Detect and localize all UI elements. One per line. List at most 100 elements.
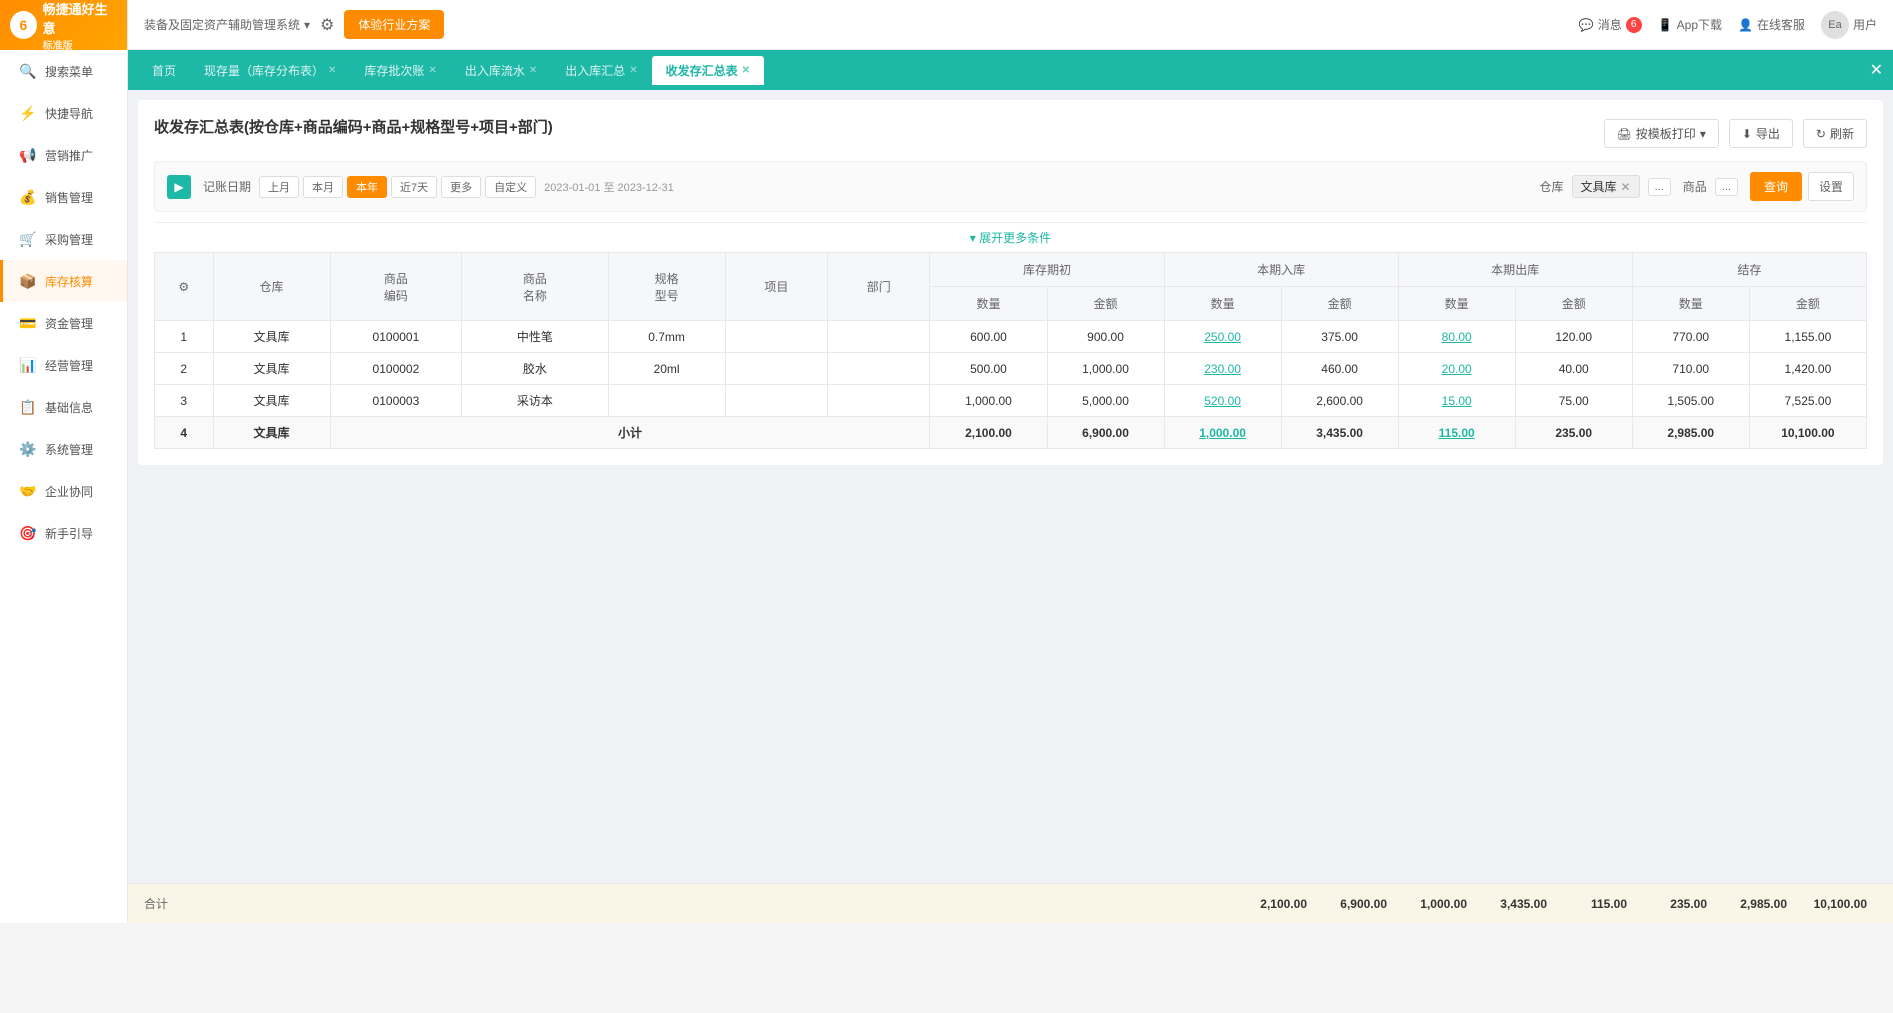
subtotal-warehouse: 文具库	[213, 417, 330, 449]
cell-out-qty[interactable]: 15.00	[1398, 385, 1515, 417]
sidebar-label-purchase: 采购管理	[45, 231, 93, 248]
date-btn-custom[interactable]: 自定义	[485, 176, 536, 198]
th-out-qty: 数量	[1398, 287, 1515, 321]
cell-in-amt: 375.00	[1281, 321, 1398, 353]
th-dept: 部门	[828, 253, 930, 321]
content-box: 收发存汇总表(按仓库+商品编码+商品+规格型号+项目+部门) 🖨 按模板打印 ▾…	[138, 100, 1883, 465]
settings-gear-icon[interactable]: ⚙	[320, 15, 334, 35]
tab-stock-dist-close[interactable]: ✕	[328, 65, 336, 76]
tab-recv-send-label: 收发存汇总表	[666, 62, 738, 79]
table-row: 3 文具库 0100003 采访本 1,000.00 5,000.00 520.…	[155, 385, 1867, 417]
tab-inout-flow-close[interactable]: ✕	[529, 65, 537, 76]
sidebar-label-quick-nav: 快捷导航	[45, 105, 93, 122]
query-btn[interactable]: 查询	[1750, 172, 1802, 201]
warehouse-more-btn[interactable]: ...	[1648, 178, 1671, 196]
avatar: Ea	[1821, 11, 1849, 39]
tab-inout-summary-close[interactable]: ✕	[629, 65, 637, 76]
goods-more-btn[interactable]: ...	[1715, 178, 1738, 196]
cell-close-amt: 1,155.00	[1749, 321, 1866, 353]
app-download-item[interactable]: 📱 App下载	[1658, 16, 1722, 33]
tab-batch[interactable]: 库存批次账 ✕	[350, 56, 450, 85]
sidebar-item-system[interactable]: ⚙️ 系统管理	[0, 428, 127, 470]
tab-stock-dist[interactable]: 现存量（库存分布表） ✕	[190, 56, 350, 85]
subtotal-out-qty[interactable]: 115.00	[1398, 417, 1515, 449]
goods-label: 商品	[1683, 178, 1707, 195]
total-out-amt: 235.00	[1637, 897, 1717, 911]
tab-home[interactable]: 首页	[138, 56, 190, 85]
tab-recv-send[interactable]: 收发存汇总表 ✕	[652, 56, 764, 85]
th-settings[interactable]: ⚙	[155, 253, 214, 321]
print-label: 按模板打印	[1636, 125, 1696, 142]
tabs-bar: 首页 现存量（库存分布表） ✕ 库存批次账 ✕ 出入库流水 ✕ 出入库汇总 ✕ …	[128, 50, 1893, 90]
date-btn-this-year[interactable]: 本年	[347, 176, 387, 198]
total-close-amt: 10,100.00	[1797, 897, 1877, 911]
basic-icon: 📋	[19, 398, 37, 416]
sidebar-item-basic[interactable]: 📋 基础信息	[0, 386, 127, 428]
print-btn[interactable]: 🖨 按模板打印 ▾	[1604, 119, 1719, 148]
tab-recv-send-close[interactable]: ✕	[742, 65, 750, 76]
sidebar-item-finance[interactable]: 💳 资金管理	[0, 302, 127, 344]
quick-nav-icon: ⚡	[19, 104, 37, 122]
refresh-icon: ↻	[1816, 127, 1826, 141]
operation-icon: 📊	[19, 356, 37, 374]
sidebar-item-inventory[interactable]: 📦 库存核算	[0, 260, 127, 302]
cell-dept	[828, 353, 930, 385]
sidebar-item-guide[interactable]: 🎯 新手引导	[0, 512, 127, 554]
cell-in-amt: 460.00	[1281, 353, 1398, 385]
sidebar-item-quick-nav[interactable]: ⚡ 快捷导航	[0, 92, 127, 134]
th-goods-spec: 规格型号	[608, 253, 725, 321]
cell-out-amt: 75.00	[1515, 385, 1632, 417]
th-opening-qty: 数量	[930, 287, 1047, 321]
cell-out-qty[interactable]: 20.00	[1398, 353, 1515, 385]
expand-more-btn[interactable]: ▾ 展开更多条件	[154, 222, 1867, 252]
tab-inout-summary[interactable]: 出入库汇总 ✕	[551, 56, 651, 85]
date-btn-7days[interactable]: 近7天	[391, 176, 437, 198]
sidebar-item-sales[interactable]: 💰 销售管理	[0, 176, 127, 218]
refresh-btn[interactable]: ↻ 刷新	[1803, 119, 1867, 148]
cell-in-qty[interactable]: 520.00	[1164, 385, 1281, 417]
subtotal-in-qty[interactable]: 1,000.00	[1164, 417, 1281, 449]
sidebar-label-sales: 销售管理	[45, 189, 93, 206]
warehouse-tag[interactable]: 文具库 ✕	[1572, 175, 1640, 198]
cell-in-qty[interactable]: 230.00	[1164, 353, 1281, 385]
sidebar-item-collab[interactable]: 🤝 企业协同	[0, 470, 127, 512]
cell-project	[725, 353, 827, 385]
cell-close-amt: 7,525.00	[1749, 385, 1866, 417]
subtotal-out-amt: 235.00	[1515, 417, 1632, 449]
date-btn-more[interactable]: 更多	[441, 176, 481, 198]
message-item[interactable]: 💬 消息 6	[1579, 16, 1642, 33]
table-subtotal-row: 4 文具库 小计 2,100.00 6,900.00 1,000.00 3,43…	[155, 417, 1867, 449]
sidebar-item-purchase[interactable]: 🛒 采购管理	[0, 218, 127, 260]
cell-project	[725, 385, 827, 417]
th-out-amt: 金额	[1515, 287, 1632, 321]
tab-batch-close[interactable]: ✕	[428, 65, 436, 76]
tab-inout-flow[interactable]: 出入库流水 ✕	[451, 56, 551, 85]
expand-more-label: 展开更多条件	[979, 231, 1051, 245]
cell-in-qty[interactable]: 250.00	[1164, 321, 1281, 353]
system-title: 装备及固定资产辅助管理系统	[144, 16, 300, 33]
tabs-close-all-icon[interactable]: ✕	[1870, 60, 1883, 80]
date-btn-last-month[interactable]: 上月	[259, 176, 299, 198]
warehouse-tag-remove[interactable]: ✕	[1621, 180, 1631, 194]
cell-open-qty: 600.00	[930, 321, 1047, 353]
tab-stock-dist-label: 现存量（库存分布表）	[204, 62, 324, 79]
date-btn-this-month[interactable]: 本月	[303, 176, 343, 198]
experience-btn[interactable]: 体验行业方案	[344, 10, 444, 39]
total-close-qty: 2,985.00	[1717, 897, 1797, 911]
cell-out-qty[interactable]: 80.00	[1398, 321, 1515, 353]
user-item[interactable]: Ea 用户	[1821, 11, 1877, 39]
sales-icon: 💰	[19, 188, 37, 206]
filter-expand-arrow[interactable]: ▶	[167, 175, 191, 199]
sidebar-item-search[interactable]: 🔍 搜索菜单	[0, 50, 127, 92]
setting-btn[interactable]: 设置	[1808, 172, 1854, 201]
th-project: 项目	[725, 253, 827, 321]
export-btn[interactable]: ⬇ 导出	[1729, 119, 1793, 148]
online-service-item[interactable]: 👤 在线客服	[1738, 16, 1805, 33]
cell-close-qty: 1,505.00	[1632, 385, 1749, 417]
subtotal-close-qty: 2,985.00	[1632, 417, 1749, 449]
sidebar-item-operation[interactable]: 📊 经营管理	[0, 344, 127, 386]
th-opening-group: 库存期初	[930, 253, 1164, 287]
system-title-dropdown[interactable]: 装备及固定资产辅助管理系统 ▾	[144, 16, 310, 33]
sidebar-item-marketing[interactable]: 📢 营销推广	[0, 134, 127, 176]
total-in-amt: 3,435.00	[1477, 897, 1557, 911]
